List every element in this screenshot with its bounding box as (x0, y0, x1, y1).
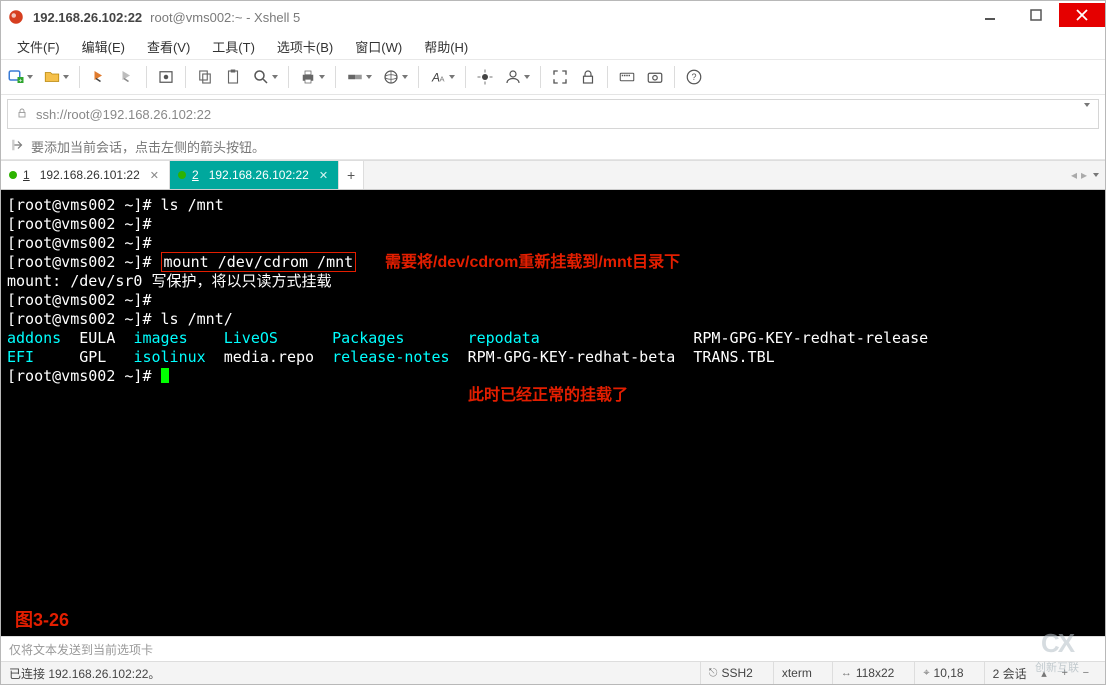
status-bar: 已连接 192.168.26.102:22。 ⎋SSH2 xterm ↔118x… (1, 661, 1105, 684)
menu-window[interactable]: 窗口(W) (349, 35, 408, 58)
fullscreen-button[interactable] (547, 64, 573, 90)
status-cursor: ⌖10,18 (914, 662, 971, 684)
tab-prev-icon[interactable]: ◂ (1071, 168, 1077, 182)
send-input-placeholder: 仅将文本发送到当前选项卡 (9, 641, 153, 658)
session-button[interactable] (500, 64, 534, 90)
terminal[interactable]: [root@vms002 ~]# ls /mnt [root@vms002 ~]… (1, 190, 1089, 636)
terminal-scrollbar[interactable] (1089, 190, 1105, 636)
proto-icon: ⎋ (709, 667, 718, 680)
send-input-bar[interactable]: 仅将文本发送到当前选项卡 (1, 636, 1105, 661)
copy-button[interactable] (192, 64, 218, 90)
menu-tools[interactable]: 工具(T) (206, 35, 261, 58)
svg-text:A: A (440, 75, 445, 84)
disconnect-button[interactable] (114, 64, 140, 90)
web-button[interactable] (378, 64, 412, 90)
tab-close-icon[interactable]: ✕ (150, 169, 159, 182)
info-tip-text: 要添加当前会话，点击左侧的箭头按钮。 (31, 137, 265, 156)
menu-view[interactable]: 查看(V) (141, 35, 196, 58)
menu-edit[interactable]: 编辑(E) (76, 35, 131, 58)
tab-label: 192.168.26.101:22 (40, 168, 140, 182)
status-proto: ⎋SSH2 (700, 662, 761, 684)
print-button[interactable] (295, 64, 329, 90)
menu-help[interactable]: 帮助(H) (418, 35, 474, 58)
size-icon: ↔ (841, 667, 852, 679)
address-bar[interactable]: ssh://root@192.168.26.102:22 (7, 99, 1099, 129)
info-tip-bar: 要添加当前会话，点击左侧的箭头按钮。 (1, 133, 1105, 160)
tab-list-dropdown[interactable] (1093, 173, 1099, 177)
properties-button[interactable] (153, 64, 179, 90)
title-rest: root@vms002:~ - Xshell 5 (150, 10, 300, 25)
address-dropdown[interactable] (1082, 107, 1090, 122)
info-arrow-icon[interactable] (11, 138, 25, 155)
tab-label: 192.168.26.102:22 (209, 168, 309, 182)
menu-bar: 文件(F) 编辑(E) 查看(V) 工具(T) 选项卡(B) 窗口(W) 帮助(… (1, 33, 1105, 60)
annotation-2: 此时已经正常的挂载了 (468, 386, 628, 405)
status-connection: 已连接 192.168.26.102:22。 (9, 665, 160, 682)
svg-text:+: + (19, 77, 23, 84)
annotation-1: 需要将/dev/cdrom重新挂载到/mnt目录下 (385, 253, 680, 272)
app-window: 192.168.26.102:22 root@vms002:~ - Xshell… (0, 0, 1106, 685)
svg-text:A: A (431, 71, 440, 85)
address-text: ssh://root@192.168.26.102:22 (36, 107, 211, 122)
tab-bar: 1 192.168.26.101:22 ✕ 2 192.168.26.102:2… (1, 160, 1105, 190)
status-sessions: 2 会话 ▴ + − (984, 662, 1097, 684)
tab-close-icon[interactable]: ✕ (319, 169, 328, 182)
open-session-button[interactable] (39, 64, 73, 90)
svg-text:?: ? (691, 72, 696, 82)
close-button[interactable] (1059, 3, 1105, 27)
font-button[interactable]: AA (425, 64, 459, 90)
toolbar: + AA ? (1, 60, 1105, 95)
menu-tabs[interactable]: 选项卡(B) (271, 35, 339, 58)
app-icon (7, 8, 25, 26)
terminal-wrap: [root@vms002 ~]# ls /mnt [root@vms002 ~]… (1, 190, 1105, 636)
color-scheme-button[interactable] (472, 64, 498, 90)
new-tab-button[interactable]: + (339, 161, 364, 189)
paste-button[interactable] (220, 64, 246, 90)
minimize-button[interactable] (967, 3, 1013, 27)
session-tab-2[interactable]: 2 192.168.26.102:22 ✕ (170, 161, 339, 189)
transfer-button[interactable] (342, 64, 376, 90)
lock-icon (16, 107, 28, 122)
lock-button[interactable] (575, 64, 601, 90)
status-dot-icon (9, 171, 17, 179)
tab-next-icon[interactable]: ▸ (1081, 168, 1087, 182)
help-button[interactable]: ? (681, 64, 707, 90)
status-term: xterm (773, 662, 820, 684)
tab-number: 2 (192, 168, 199, 182)
reconnect-button[interactable] (86, 64, 112, 90)
tab-number: 1 (23, 168, 30, 182)
new-session-button[interactable]: + (3, 64, 37, 90)
keyboard-button[interactable] (614, 64, 640, 90)
title-bar: 192.168.26.102:22 root@vms002:~ - Xshell… (1, 1, 1105, 33)
status-dot-icon (178, 171, 186, 179)
cursor-icon: ⌖ (923, 667, 929, 680)
find-button[interactable] (248, 64, 282, 90)
menu-file[interactable]: 文件(F) (11, 35, 66, 58)
title-host: 192.168.26.102:22 (33, 10, 142, 25)
tab-nav: ◂ ▸ (1071, 161, 1105, 189)
session-tab-1[interactable]: 1 192.168.26.101:22 ✕ (1, 161, 170, 189)
status-size: ↔118x22 (832, 662, 902, 684)
maximize-button[interactable] (1013, 3, 1059, 27)
capture-button[interactable] (642, 64, 668, 90)
figure-label: 图3-26 (15, 611, 69, 630)
